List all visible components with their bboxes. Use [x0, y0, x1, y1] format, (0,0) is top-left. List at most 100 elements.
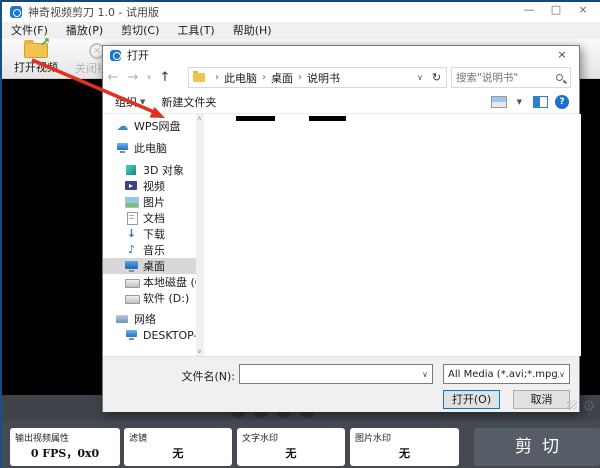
search-input[interactable] [456, 72, 548, 84]
history-chevron-icon[interactable]: ∨ [143, 73, 155, 81]
cancel-button[interactable]: 取消 [513, 390, 570, 409]
breadcrumb-this-pc[interactable]: 此电脑 [224, 70, 257, 86]
dialog-close-button[interactable]: × [545, 46, 579, 64]
address-chevron-icon[interactable]: ∨ [417, 73, 423, 82]
image-watermark-value: 无 [350, 445, 459, 461]
disk-icon [125, 292, 138, 304]
open-video-button[interactable]: ↗ 打开视频 [8, 40, 64, 78]
sidebar-item-label: 图片 [143, 194, 165, 210]
menu-help[interactable]: 帮助(H) [224, 22, 281, 39]
sidebar-item-documents[interactable]: 文档 [103, 210, 196, 226]
dialog-titlebar: 打开 [103, 46, 579, 64]
maximize-button[interactable]: □ [545, 0, 567, 20]
computer-icon [116, 142, 129, 154]
sidebar-item-this-pc[interactable]: 此电脑 [103, 140, 196, 156]
sidebar-item-local-disk-c[interactable]: 本地磁盘 (C:) [103, 274, 196, 290]
app-logo-icon [10, 6, 22, 18]
menu-play[interactable]: 播放(P) [57, 22, 112, 39]
output-properties-value: 0 FPS，0x0 [10, 445, 120, 461]
sidebar-item-label: 3D 对象 [143, 162, 184, 178]
organize-button[interactable]: 组织 [115, 94, 137, 110]
list-item[interactable] [236, 116, 275, 121]
minimize-button[interactable]: — [518, 0, 540, 20]
sidebar-item-network[interactable]: 网络 [103, 311, 196, 327]
output-properties-label: 输出视频属性 [10, 428, 120, 444]
preview-pane-icon[interactable] [533, 96, 548, 108]
sidebar-scrollbar[interactable]: ∧ ∨ [196, 114, 203, 356]
menu-bar: 文件(F) 播放(P) 剪切(C) 工具(T) 帮助(H) [2, 22, 600, 39]
back-icon[interactable]: ← [103, 70, 123, 85]
filename-dropdown-icon[interactable]: ∨ [422, 370, 428, 379]
sidebar-item-pictures[interactable]: 图片 [103, 194, 196, 210]
up-icon[interactable]: ↑ [155, 70, 175, 85]
filename-combobox: ∨ [239, 364, 433, 384]
desktop-icon [125, 260, 138, 272]
view-dropdown-icon[interactable]: ▼ [517, 98, 522, 106]
folder-arrow-icon: ↗ [40, 35, 50, 49]
sidebar-item-label: 此电脑 [134, 140, 167, 156]
search-icon[interactable] [556, 74, 563, 81]
disk-icon [125, 276, 138, 288]
sidebar-item-disk-d[interactable]: 软件 (D:) [103, 290, 196, 306]
sidebar-item-label: 桌面 [143, 258, 165, 274]
resize-grip[interactable] [567, 400, 577, 410]
sidebar-item-desktop[interactable]: 桌面 [103, 258, 196, 274]
new-folder-button[interactable]: 新建文件夹 [161, 94, 216, 110]
menu-tools[interactable]: 工具(T) [168, 22, 223, 39]
close-button[interactable]: × [572, 0, 594, 20]
sidebar-item-3d-objects[interactable]: 3D 对象 [103, 162, 196, 178]
filter-value: 无 [124, 445, 232, 461]
breadcrumb-folder-icon [193, 73, 205, 82]
sidebar-item-desktop-pc[interactable]: DESKTOP-7ETC [103, 327, 196, 343]
dialog-command-bar: 组织 ▼ 新建文件夹 ▼ ? [103, 90, 579, 114]
app-titlebar: 神奇视频剪刀 1.0 - 试用版 [2, 2, 600, 22]
filename-input[interactable] [240, 366, 422, 382]
dialog-app-icon [110, 50, 121, 61]
app-title: 神奇视频剪刀 1.0 - 试用版 [28, 4, 159, 20]
sidebar-item-label: DESKTOP-7ETC [143, 329, 196, 342]
output-properties-panel: 输出视频属性 0 FPS，0x0 [10, 428, 120, 466]
forward-icon[interactable]: → [123, 70, 143, 85]
videos-icon [125, 180, 138, 192]
filter-label: 滤镜 [124, 428, 232, 444]
list-item[interactable] [309, 116, 346, 121]
refresh-icon[interactable]: ↻ [427, 67, 447, 88]
bottom-status-bar: 输出视频属性 0 FPS，0x0 滤镜 无 文字水印 无 图片水印 无 剪切 [2, 420, 600, 468]
sidebar-item-videos[interactable]: 视频 [103, 178, 196, 194]
command-bar-right: ▼ ? [491, 95, 569, 109]
navigation-pane: ☁ WPS网盘 此电脑 3D 对象 视频 图片 [103, 114, 196, 356]
network-icon [116, 313, 129, 325]
open-button[interactable]: 打开(O) [443, 390, 500, 409]
breadcrumb-separator: › [298, 72, 302, 83]
organize-dropdown-icon[interactable]: ▼ [140, 98, 145, 106]
sidebar-item-music[interactable]: ♪ 音乐 [103, 242, 196, 258]
filename-label: 文件名(N): [143, 368, 235, 384]
help-icon[interactable]: ? [555, 95, 569, 109]
breadcrumb-manual[interactable]: 说明书 [307, 70, 340, 86]
sidebar-item-label: 文档 [143, 210, 165, 226]
view-thumbnails-icon[interactable] [491, 96, 507, 108]
sidebar-item-label: 下载 [143, 226, 165, 242]
image-watermark-panel: 图片水印 无 [350, 428, 459, 466]
music-icon: ♪ [125, 244, 138, 256]
sidebar-item-wps[interactable]: ☁ WPS网盘 [103, 118, 196, 134]
scroll-up-icon[interactable]: ∧ [196, 115, 203, 122]
sidebar-item-downloads[interactable]: ↓ 下载 [103, 226, 196, 242]
text-watermark-panel: 文字水印 无 [237, 428, 345, 466]
dialog-title: 打开 [127, 47, 149, 63]
file-list-area[interactable] [203, 114, 581, 356]
settings-gear-icon[interactable]: ⚙ [582, 397, 595, 415]
sidebar-item-label: 软件 (D:) [143, 290, 189, 306]
filetype-dropdown[interactable]: All Media (*.avi;*.mpg;*.mpe ∨ [443, 364, 570, 384]
open-video-label: 打开视频 [8, 59, 64, 75]
dialog-footer: 文件名(N): ∨ All Media (*.avi;*.mpg;*.mpe ∨… [103, 356, 579, 412]
cut-button[interactable]: 剪切 [474, 428, 600, 466]
filetype-value: All Media (*.avi;*.mpg;*.mpe [444, 369, 559, 380]
menu-cut[interactable]: 剪切(C) [112, 22, 168, 39]
address-bar[interactable]: › 此电脑 › 桌面 › 说明书 ∨ [188, 67, 428, 88]
sidebar-item-label: 视频 [143, 178, 165, 194]
sidebar-item-label: 网络 [134, 311, 156, 327]
app-window: 神奇视频剪刀 1.0 - 试用版 — □ × 文件(F) 播放(P) 剪切(C)… [0, 0, 600, 468]
breadcrumb-desktop[interactable]: 桌面 [271, 70, 293, 86]
scroll-down-icon[interactable]: ∨ [196, 348, 203, 355]
